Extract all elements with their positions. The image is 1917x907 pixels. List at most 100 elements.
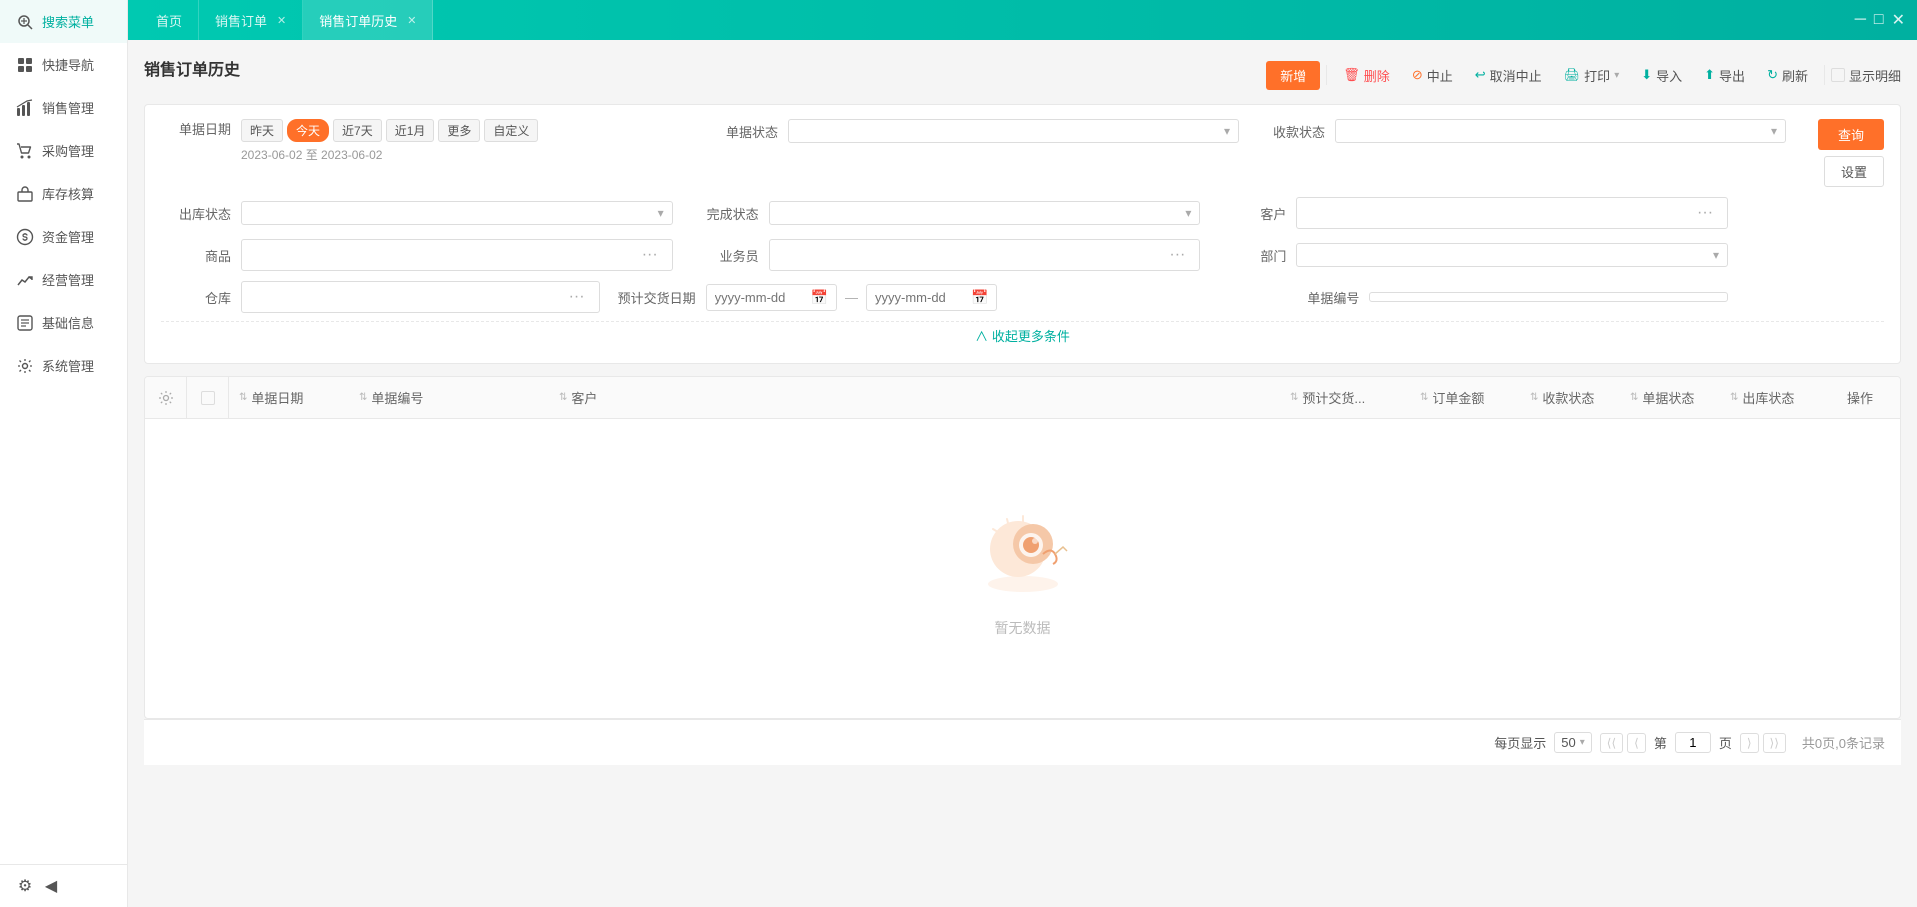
order-status-select[interactable]: ▾ bbox=[788, 119, 1239, 143]
tab-sales-order-history[interactable]: 销售订单历史 ✕ bbox=[303, 0, 433, 40]
import-button[interactable]: ⬇ 导入 bbox=[1631, 61, 1692, 90]
collapse-sidebar-icon[interactable]: ◀ bbox=[42, 877, 60, 895]
print-button[interactable]: 🖨 打印 ▾ bbox=[1554, 61, 1630, 90]
export-button[interactable]: ⬆ 导出 bbox=[1694, 61, 1755, 90]
cancel-stop-icon: ↩ bbox=[1475, 67, 1486, 83]
topbar-maximize-btn[interactable]: □ bbox=[1874, 11, 1884, 29]
col-customer[interactable]: ⇅ 客户 bbox=[549, 388, 1280, 407]
col-order-status[interactable]: ⇅ 单据状态 bbox=[1620, 388, 1720, 407]
complete-status-select[interactable]: ▾ bbox=[769, 201, 1201, 225]
order-number-label: 单据编号 bbox=[1289, 288, 1369, 307]
sidebar-item-sys-mgmt[interactable]: 系统管理 bbox=[0, 344, 127, 387]
receipt-status-arrow-icon: ▾ bbox=[1771, 124, 1777, 138]
calendar-from-icon[interactable]: 📅 bbox=[811, 289, 828, 306]
sidebar-item-operations-label: 经营管理 bbox=[42, 270, 94, 289]
customer-input[interactable]: ··· bbox=[1296, 197, 1728, 229]
collapse-filter-btn[interactable]: ∧ 收起更多条件 bbox=[161, 321, 1884, 349]
complete-status-label: 完成状态 bbox=[689, 204, 769, 223]
sidebar-item-operations[interactable]: 经营管理 bbox=[0, 258, 127, 301]
query-button[interactable]: 查询 bbox=[1818, 119, 1884, 150]
new-button[interactable]: 新增 bbox=[1266, 61, 1320, 90]
product-input[interactable]: ··· bbox=[241, 239, 673, 271]
sidebar-item-basic-info[interactable]: 基础信息 bbox=[0, 301, 127, 344]
date-btn-1month[interactable]: 近1月 bbox=[386, 119, 435, 142]
col-date[interactable]: ⇅ 单据日期 bbox=[229, 388, 349, 407]
toolbar: 新增 🗑 删除 ⊘ 中止 ↩ 取消中止 🖨 打印 ▾ bbox=[1266, 61, 1901, 90]
first-page-btn[interactable]: ⟨⟨ bbox=[1600, 733, 1623, 753]
delivery-date-to-input[interactable] bbox=[875, 290, 965, 305]
operations-icon bbox=[16, 271, 34, 289]
sort-icon-left: ⇅ bbox=[239, 392, 247, 403]
prev-page-btn[interactable]: ⟨ bbox=[1627, 733, 1646, 753]
delivery-date-from[interactable]: 📅 bbox=[706, 284, 837, 311]
settings-button[interactable]: 设置 bbox=[1824, 156, 1884, 187]
purchase-mgmt-icon bbox=[16, 142, 34, 160]
date-btn-custom[interactable]: 自定义 bbox=[484, 119, 538, 142]
delivery-date-from-input[interactable] bbox=[715, 290, 805, 305]
customer-dots-icon[interactable]: ··· bbox=[1691, 202, 1719, 224]
outbound-status-label: 出库状态 bbox=[161, 204, 241, 223]
product-dots-icon[interactable]: ··· bbox=[636, 244, 664, 266]
delivery-date-to[interactable]: 📅 bbox=[866, 284, 997, 311]
per-page-select[interactable]: 50 ▾ bbox=[1554, 732, 1592, 753]
department-select[interactable]: ▾ bbox=[1296, 243, 1728, 267]
warehouse-label: 仓库 bbox=[161, 288, 241, 307]
topbar-close-btn[interactable]: ✕ bbox=[1892, 10, 1905, 30]
sidebar-item-sales-mgmt-label: 销售管理 bbox=[42, 98, 94, 117]
receipt-status-select[interactable]: ▾ bbox=[1335, 119, 1786, 143]
warehouse-dots-icon[interactable]: ··· bbox=[563, 286, 591, 308]
total-records-text: 共0页,0条记录 bbox=[1802, 733, 1885, 752]
col-number[interactable]: ⇅ 单据编号 bbox=[349, 388, 549, 407]
complete-status-arrow-icon: ▾ bbox=[1185, 206, 1191, 220]
col-delivery-date[interactable]: ⇅ 预计交货... bbox=[1280, 388, 1410, 407]
sidebar-item-purchase-mgmt-label: 采购管理 bbox=[42, 141, 94, 160]
outbound-status-select[interactable]: ▾ bbox=[241, 201, 673, 225]
tab-sales-order-history-label: 销售订单历史 bbox=[319, 11, 397, 30]
date-btn-more[interactable]: 更多 bbox=[438, 119, 480, 142]
per-page-arrow-icon: ▾ bbox=[1580, 737, 1585, 748]
finance-icon bbox=[16, 228, 34, 246]
tab-home[interactable]: 首页 bbox=[140, 0, 199, 40]
col-order-amount[interactable]: ⇅ 订单金额 bbox=[1410, 388, 1520, 407]
tab-sales-order-history-close[interactable]: ✕ bbox=[407, 14, 416, 27]
tab-home-label: 首页 bbox=[156, 11, 182, 30]
cancel-stop-button[interactable]: ↩ 取消中止 bbox=[1465, 61, 1552, 90]
tab-sales-order[interactable]: 销售订单 ✕ bbox=[199, 0, 303, 40]
settings-bottom-icon[interactable]: ⚙ bbox=[16, 877, 34, 895]
display-detail-checkbox[interactable] bbox=[1831, 68, 1845, 82]
table-settings-icon[interactable] bbox=[145, 377, 187, 419]
salesperson-dots-icon[interactable]: ··· bbox=[1163, 244, 1191, 266]
tab-sales-order-close[interactable]: ✕ bbox=[277, 14, 286, 27]
topbar-minimize-btn[interactable]: ─ bbox=[1855, 11, 1866, 29]
topbar-right-actions: ─ □ ✕ bbox=[1855, 10, 1905, 30]
topbar: 首页 销售订单 ✕ 销售订单历史 ✕ ─ □ ✕ bbox=[128, 0, 1917, 40]
quick-nav-icon bbox=[16, 56, 34, 74]
salesperson-input[interactable]: ··· bbox=[769, 239, 1201, 271]
date-btn-today[interactable]: 今天 bbox=[287, 119, 329, 142]
col-outbound-status[interactable]: ⇅ 出库状态 bbox=[1720, 388, 1820, 407]
sidebar-item-finance[interactable]: 资金管理 bbox=[0, 215, 127, 258]
refresh-button[interactable]: ↻ 刷新 bbox=[1757, 61, 1818, 90]
order-number-input[interactable] bbox=[1369, 292, 1728, 302]
next-page-btn[interactable]: ⟩ bbox=[1740, 733, 1759, 753]
date-btn-yesterday[interactable]: 昨天 bbox=[241, 119, 283, 142]
sidebar-item-sales-mgmt[interactable]: 销售管理 bbox=[0, 86, 127, 129]
sidebar-item-quick-nav[interactable]: 快捷导航 bbox=[0, 43, 127, 86]
sidebar-item-inventory[interactable]: 库存核算 bbox=[0, 172, 127, 215]
display-detail-toggle[interactable]: 显示明细 bbox=[1831, 66, 1901, 85]
sidebar-item-finance-label: 资金管理 bbox=[42, 227, 94, 246]
export-icon: ⬆ bbox=[1704, 67, 1715, 83]
last-page-btn[interactable]: ⟩⟩ bbox=[1763, 733, 1786, 753]
warehouse-input[interactable]: ··· bbox=[241, 281, 600, 313]
sidebar-item-search-menu[interactable]: 搜索菜单 bbox=[0, 0, 127, 43]
calendar-to-icon[interactable]: 📅 bbox=[971, 289, 988, 306]
stop-button[interactable]: ⊘ 中止 bbox=[1402, 61, 1463, 90]
page-number-input[interactable] bbox=[1675, 732, 1711, 753]
sort-icon-left: ⇅ bbox=[559, 392, 567, 403]
table-header-checkbox[interactable] bbox=[187, 377, 229, 419]
col-receipt-status[interactable]: ⇅ 收款状态 bbox=[1520, 388, 1620, 407]
date-filter-controls: 昨天 今天 近7天 近1月 更多 自定义 2023-06-02 至 2023-0… bbox=[241, 119, 538, 163]
delete-button[interactable]: 🗑 删除 bbox=[1333, 61, 1400, 90]
date-btn-7days[interactable]: 近7天 bbox=[333, 119, 382, 142]
sidebar-item-purchase-mgmt[interactable]: 采购管理 bbox=[0, 129, 127, 172]
